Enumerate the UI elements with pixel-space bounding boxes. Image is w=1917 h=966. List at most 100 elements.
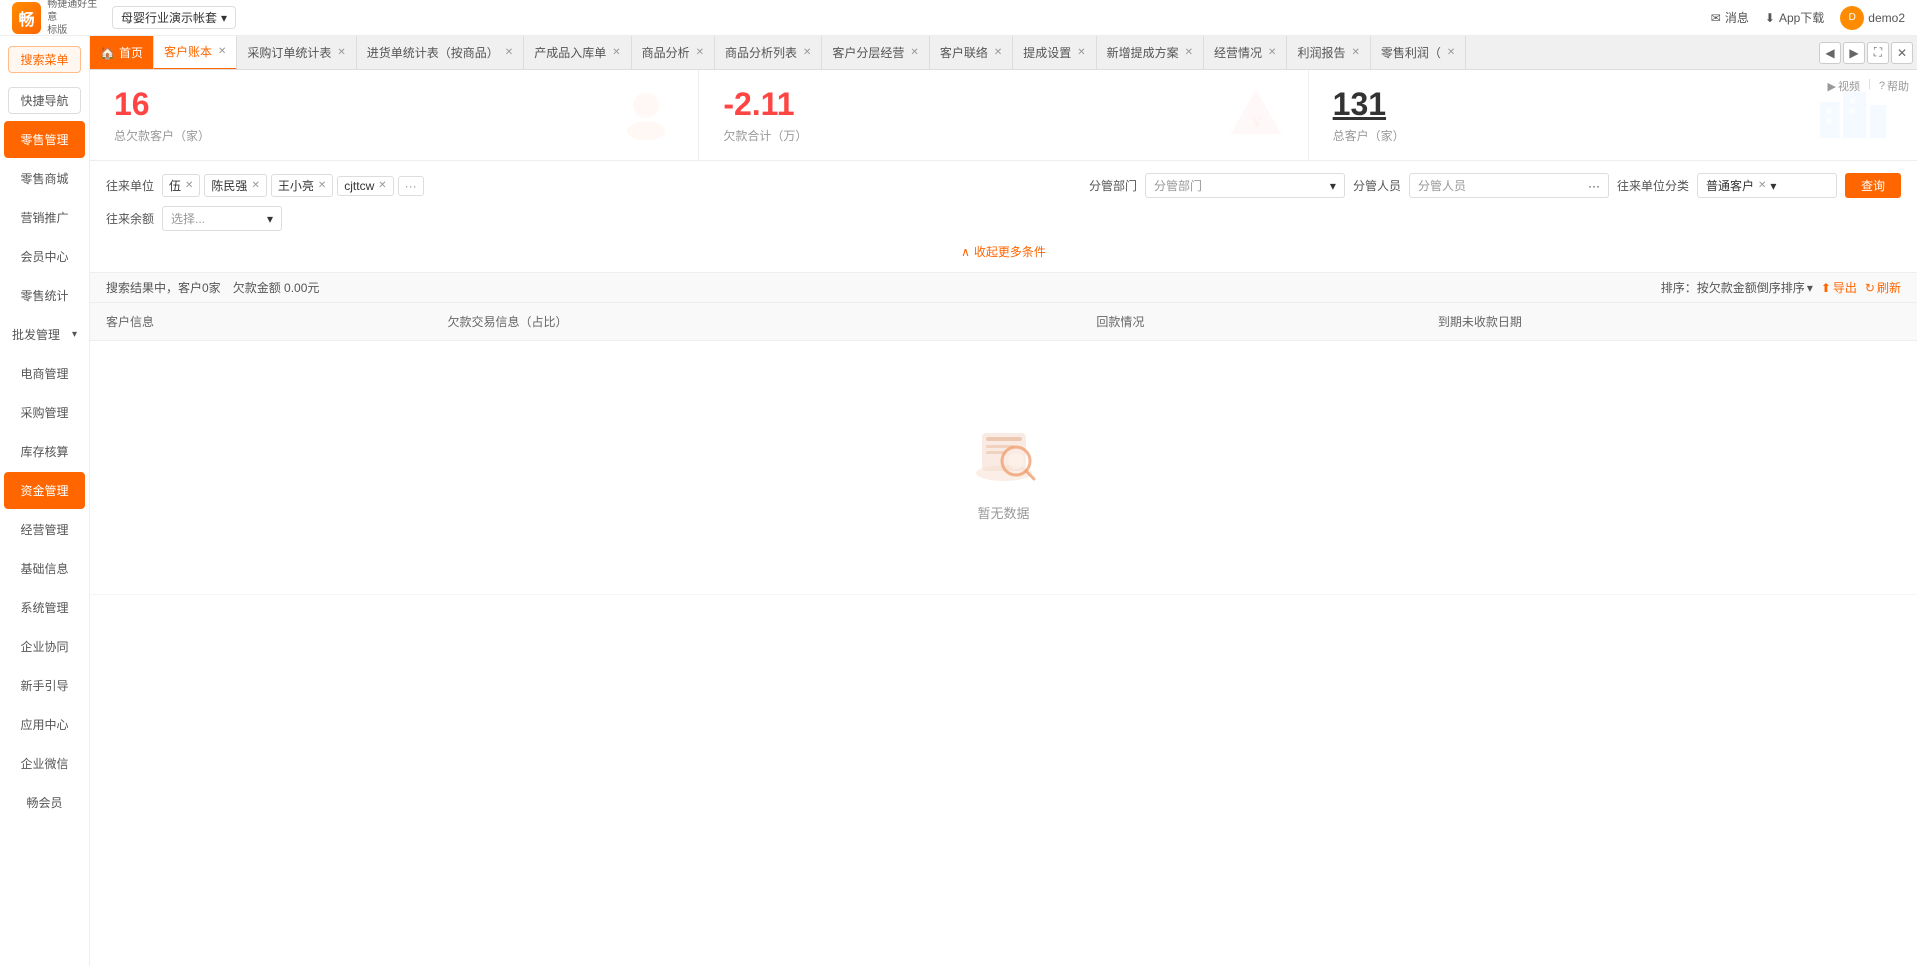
tab-inventory-stats[interactable]: 进货单统计表（按商品） ✕ <box>357 36 524 70</box>
sidebar-item-new-guide[interactable]: 新手引导 <box>4 667 85 704</box>
tab-raise-settings[interactable]: 提成设置 ✕ <box>1013 36 1096 70</box>
sidebar-item-app-center[interactable]: 应用中心 <box>4 706 85 743</box>
more-icon: ··· <box>1588 179 1600 193</box>
tab-new-raise[interactable]: 新增提成方案 ✕ <box>1097 36 1204 70</box>
chevron-down-icon: ▾ <box>267 212 273 226</box>
empty-state-row: 暂无数据 <box>90 341 1917 595</box>
tab-close-icon[interactable]: ✕ <box>1077 47 1085 58</box>
logo-icon: 畅 <box>12 2 41 34</box>
message-btn[interactable]: ✉ 消息 <box>1711 9 1749 26</box>
logo-area: 畅 畅捷通好生意 标版 <box>12 0 102 37</box>
tabs-maximize-btn[interactable]: ⛶ <box>1867 42 1889 64</box>
filter-unit-label: 往来单位 <box>106 177 154 194</box>
tab-close-icon[interactable]: ✕ <box>505 47 513 58</box>
tab-close-icon[interactable]: ✕ <box>994 47 1002 58</box>
tab-goods-analysis[interactable]: 商品分析 ✕ <box>632 36 715 70</box>
tag-close-wang[interactable]: ✕ <box>318 180 326 191</box>
sidebar-item-sys-mgmt[interactable]: 系统管理 <box>4 589 85 626</box>
sidebar-item-marketing[interactable]: 营销推广 <box>4 199 85 236</box>
sidebar-item-capital-mgmt[interactable]: 资金管理 <box>4 472 85 509</box>
tab-close-icon[interactable]: ✕ <box>337 47 345 58</box>
tab-customer-segment[interactable]: 客户分层经营 ✕ <box>822 36 929 70</box>
sidebar-item-ops-mgmt[interactable]: 经营管理 <box>4 511 85 548</box>
sidebar-item-pro-member[interactable]: 畅会员 <box>4 784 85 821</box>
tabs-bar: 🏠 首页 客户账本 ✕ 采购订单统计表 ✕ 进货单统计表（按商品） ✕ 产成品入… <box>90 36 1917 70</box>
chevron-down-icon: ▾ <box>1330 179 1336 193</box>
user-menu[interactable]: D demo2 <box>1840 6 1905 30</box>
sidebar-item-ecommerce-mgmt[interactable]: 电商管理 <box>4 355 85 392</box>
table-header: 客户信息 欠款交易信息（占比） 回款情况 到期未收款日期 <box>90 303 1917 341</box>
tab-close-icon[interactable]: ✕ <box>1447 47 1455 58</box>
filter-person-select[interactable]: 分管人员 ··· <box>1409 173 1609 198</box>
col-overdue-date: 到期未收款日期 <box>1422 303 1917 341</box>
main-layout: 搜索菜单 快捷导航 零售管理 零售商城 营销推广 会员中心 零售统计 批发管理 … <box>0 36 1917 966</box>
sort-selector[interactable]: 排序：按欠款金额倒序排序 ▾ <box>1661 279 1813 296</box>
app-download-btn[interactable]: ⬇ App下载 <box>1765 9 1824 26</box>
filter-unit-class-label: 往来单位分类 <box>1617 177 1689 194</box>
tab-home[interactable]: 🏠 首页 <box>90 36 154 70</box>
tab-close-icon[interactable]: ✕ <box>1351 47 1359 58</box>
filter-row-2: 往来余额 选择... ▾ <box>106 206 1901 231</box>
tabs-close-all-btn[interactable]: ✕ <box>1891 42 1913 64</box>
chevron-down-icon: ▾ <box>72 329 77 340</box>
export-btn[interactable]: ⬆ 导出 <box>1821 279 1857 296</box>
filter-tag-more[interactable]: ··· <box>398 176 424 196</box>
more-tags-icon: ··· <box>405 179 417 193</box>
tag-close-cjttcw[interactable]: ✕ <box>378 180 386 191</box>
sidebar-item-retail-mgmt[interactable]: 零售管理 <box>4 121 85 158</box>
sidebar-item-enterprise-collab[interactable]: 企业协同 <box>4 628 85 665</box>
tab-close-icon[interactable]: ✕ <box>612 47 620 58</box>
sidebar-item-purchase-mgmt[interactable]: 采购管理 <box>4 394 85 431</box>
refresh-btn[interactable]: ↻ 刷新 <box>1865 279 1901 296</box>
sidebar-item-retail-mall[interactable]: 零售商城 <box>4 160 85 197</box>
filter-dept-select[interactable]: 分管部门 ▾ <box>1145 173 1345 198</box>
search-menu-button[interactable]: 搜索菜单 <box>8 46 81 73</box>
query-button[interactable]: 查询 <box>1845 173 1901 198</box>
collapse-filter-btn[interactable]: ∧ 收起更多条件 <box>106 239 1901 264</box>
tabs-prev-btn[interactable]: ◀ <box>1819 42 1841 64</box>
filter-tag-wang: 王小亮 ✕ <box>271 174 333 197</box>
sidebar-item-wholesale-mgmt[interactable]: 批发管理 ▾ <box>4 316 85 353</box>
sidebar-item-retail-stats[interactable]: 零售统计 <box>4 277 85 314</box>
stat-card-debt: ¥ -2.11 欠款合计（万） <box>699 70 1308 160</box>
search-result-count: 搜索结果中，客户0家 <box>106 279 221 296</box>
account-selector[interactable]: 母婴行业演示帐套 ▾ <box>112 6 236 29</box>
building-bg-icon <box>1813 85 1893 145</box>
tab-business-status[interactable]: 经营情况 ✕ <box>1204 36 1287 70</box>
tab-close-icon[interactable]: ✕ <box>218 46 226 57</box>
sidebar-item-member-center[interactable]: 会员中心 <box>4 238 85 275</box>
refresh-icon: ↻ <box>1865 281 1875 295</box>
tab-customer-account[interactable]: 客户账本 ✕ <box>154 36 237 70</box>
stats-row: 16 总欠款客户（家） ¥ -2.11 欠款合计（万） <box>90 70 1917 161</box>
tabs-next-btn[interactable]: ▶ <box>1843 42 1865 64</box>
sidebar-item-enterprise-wechat[interactable]: 企业微信 <box>4 745 85 782</box>
stat-card1-info: 16 总欠款客户（家） <box>114 86 210 144</box>
stat-value-customers: 16 <box>114 86 210 123</box>
filter-row-1: 往来单位 伍 ✕ 陈民强 ✕ 王小亮 ✕ <box>106 173 1901 198</box>
sidebar-item-inventory-check[interactable]: 库存核算 <box>4 433 85 470</box>
tab-production-stock[interactable]: 产成品入库单 ✕ <box>524 36 631 70</box>
results-actions: 排序：按欠款金额倒序排序 ▾ ⬆ 导出 ↻ 刷新 <box>1661 279 1901 296</box>
stat-label-customers: 总欠款客户（家） <box>114 127 210 144</box>
empty-text: 暂无数据 <box>977 503 1029 522</box>
filter-unit-class-select[interactable]: 普通客户 ✕ ▾ <box>1697 173 1837 198</box>
quick-nav-button[interactable]: 快捷导航 <box>8 87 81 114</box>
tab-goods-analysis-list[interactable]: 商品分析列表 ✕ <box>715 36 822 70</box>
tabs-nav: ◀ ▶ ⛶ ✕ <box>1815 42 1917 64</box>
tab-close-icon[interactable]: ✕ <box>1185 47 1193 58</box>
top-bar: 畅 畅捷通好生意 标版 母婴行业演示帐套 ▾ ✉ 消息 ⬇ App下载 D de… <box>0 0 1917 36</box>
tab-purchase-order[interactable]: 采购订单统计表 ✕ <box>237 36 356 70</box>
tag-close-chen[interactable]: ✕ <box>251 180 259 191</box>
tab-close-icon[interactable]: ✕ <box>803 47 811 58</box>
tab-profit-report[interactable]: 利润报告 ✕ <box>1287 36 1370 70</box>
tab-customer-contact[interactable]: 客户联络 ✕ <box>930 36 1013 70</box>
tab-close-icon[interactable]: ✕ <box>696 47 704 58</box>
tag-close-common[interactable]: ✕ <box>1758 180 1766 191</box>
sidebar-item-basic-info[interactable]: 基础信息 <box>4 550 85 587</box>
filter-balance-select[interactable]: 选择... ▾ <box>162 206 282 231</box>
tab-close-icon[interactable]: ✕ <box>1268 47 1276 58</box>
tag-close-wu[interactable]: ✕ <box>185 180 193 191</box>
results-bar: 搜索结果中，客户0家 欠款金额 0.00元 排序：按欠款金额倒序排序 ▾ ⬆ 导… <box>90 273 1917 303</box>
tab-retail-profit[interactable]: 零售利润（ ✕ <box>1371 36 1466 70</box>
tab-close-icon[interactable]: ✕ <box>910 47 918 58</box>
